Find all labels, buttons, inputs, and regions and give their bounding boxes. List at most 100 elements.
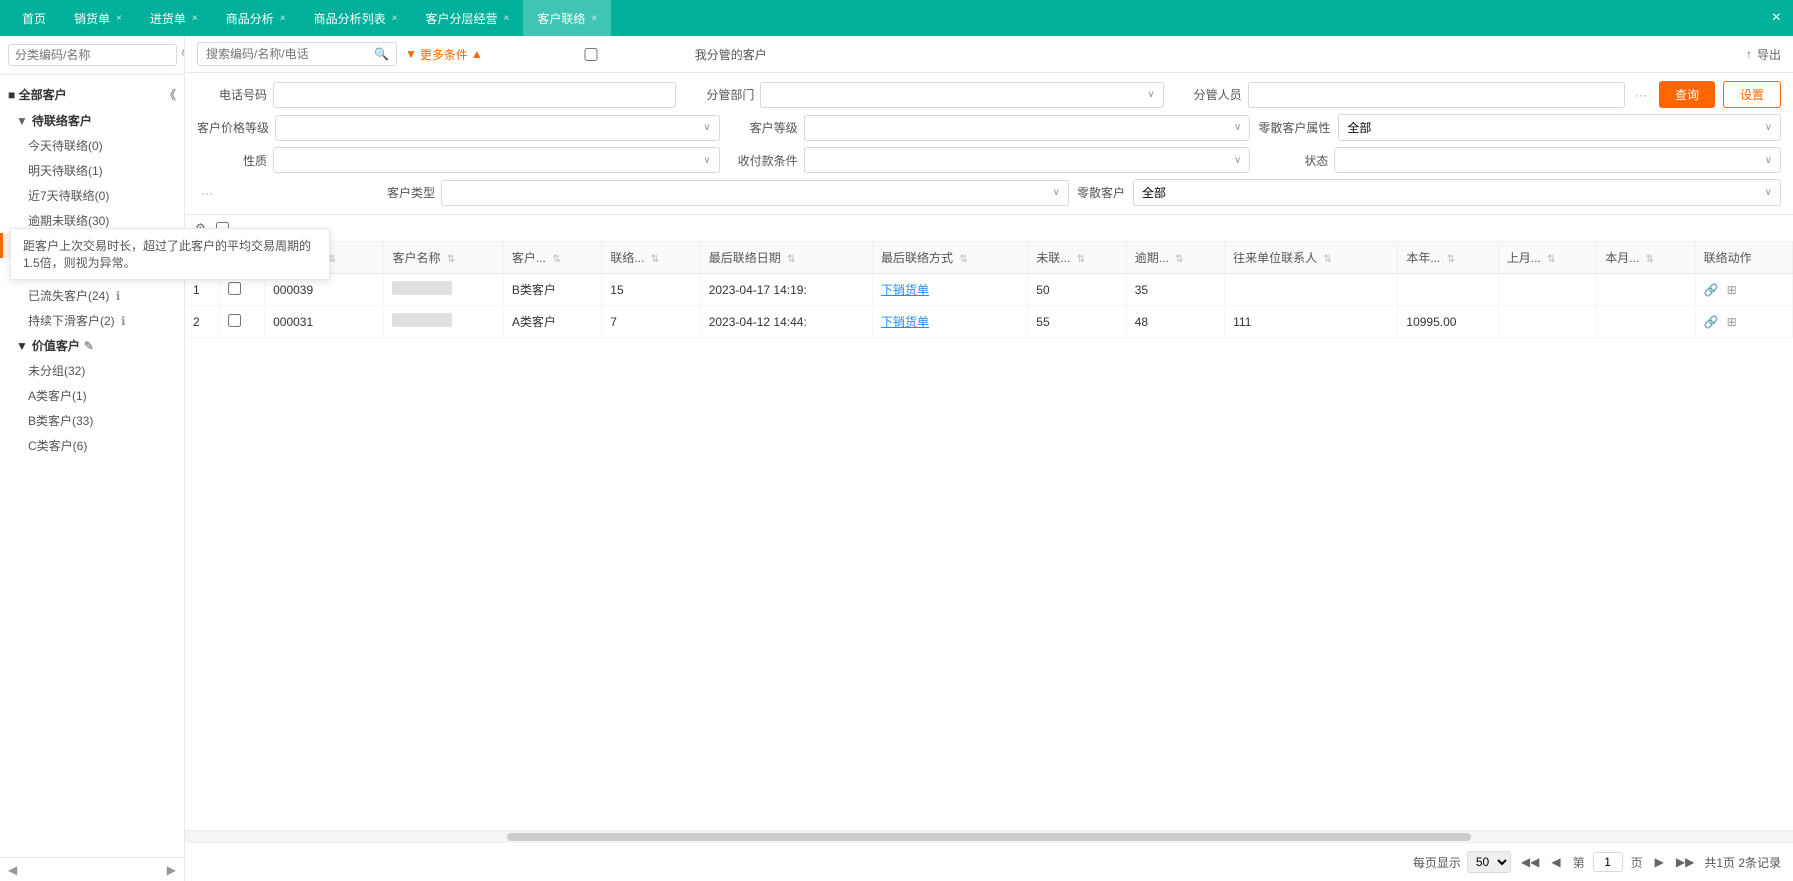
tooltip-text: 距客户上次交易时长，超过了此客户的平均交易周期的1.5倍，则视为异常。 (23, 239, 311, 270)
row1-grid-icon[interactable]: ⊞ (1727, 283, 1737, 297)
row1-name (384, 274, 503, 306)
more-filters-button[interactable]: ▼ 更多条件 ▲ (405, 46, 483, 63)
nav-item-sales[interactable]: 销货单 × (60, 0, 136, 36)
row2-link-icon[interactable]: 🔗 (1704, 315, 1719, 329)
first-page-btn[interactable]: ◀◀ (1517, 853, 1543, 871)
filter-row-2: 客户价格等级 ∨ 客户等级 ∨ 零散客户属性 全部 (197, 114, 1781, 141)
sort-icon-last-month[interactable]: ⇅ (1547, 254, 1555, 265)
all-customers-header[interactable]: ■ 全部客户 《 (0, 81, 184, 108)
edit-icon-value-group[interactable]: ✎ (84, 339, 94, 353)
filter-search-icon[interactable]: 🔍 (374, 47, 389, 61)
sidebar-search-input[interactable] (8, 44, 177, 66)
sidebar-item-declining[interactable]: 持续下滑客户(2) ℹ (0, 308, 184, 333)
value-customer-group[interactable]: ▼ 价值客户 ✎ (0, 333, 184, 358)
sort-icon-last-date[interactable]: ⇅ (787, 254, 795, 265)
sort-icon-type[interactable]: ⇅ (552, 254, 560, 265)
pending-contact-group[interactable]: ▼ 待联络客户 (0, 108, 184, 133)
field-nature: 性质 ∨ (197, 147, 720, 173)
scrollbar-track (185, 833, 1793, 841)
filter-row-1: 电话号码 分管部门 ∨ 分管人员 ··· 查询 设置 (197, 81, 1781, 108)
payment-label: 收付款条件 (728, 152, 798, 169)
customer-type-select[interactable]: ∨ (441, 180, 1069, 206)
collapse-icon[interactable]: 《 (164, 86, 176, 103)
close-all-button[interactable]: × (1772, 9, 1781, 27)
sort-icon-this-year[interactable]: ⇅ (1447, 254, 1455, 265)
phone-input[interactable] (273, 82, 676, 108)
nav-item-home[interactable]: 首页 (8, 0, 60, 36)
sidebar-item-a-class[interactable]: A类客户(1) (0, 383, 184, 408)
sidebar-item-ungroup[interactable]: 未分组(32) (0, 358, 184, 383)
search-input[interactable] (197, 42, 397, 66)
row2-check[interactable] (220, 306, 265, 338)
retail-attr-select[interactable]: 全部 ∨ (1338, 114, 1781, 141)
row2-actions: 🔗 ⊞ (1695, 306, 1792, 338)
table-row: 2 000031 A类客户 7 2023-04-12 14:44: 下销货单 5… (185, 306, 1793, 338)
export-button[interactable]: ↑ 导出 (1746, 46, 1781, 63)
col-last-date: 最后联络日期 ⇅ (700, 242, 872, 274)
prev-page-btn[interactable]: ◀ (1547, 853, 1564, 871)
setting-button[interactable]: 设置 (1723, 81, 1781, 108)
horizontal-scrollbar[interactable] (185, 830, 1793, 842)
sort-icon-last-way[interactable]: ⇅ (959, 254, 967, 265)
dept-select[interactable]: ∨ (760, 82, 1163, 108)
info-icon-lost: ℹ (116, 289, 121, 303)
sort-icon-uncontact[interactable]: ⇅ (1077, 254, 1085, 265)
sort-icon-this-month[interactable]: ⇅ (1646, 254, 1654, 265)
manager-input[interactable] (1248, 82, 1625, 108)
close-icon-analysis-list[interactable]: × (392, 13, 398, 24)
nav-item-analysis[interactable]: 商品分析 × (212, 0, 300, 36)
sort-icon-partner[interactable]: ⇅ (1323, 254, 1331, 265)
sidebar-item-lost[interactable]: 已流失客户(24) ℹ (0, 283, 184, 308)
row2-grid-icon[interactable]: ⊞ (1727, 315, 1737, 329)
sidebar-item-7days[interactable]: 近7天待联络(0) (0, 183, 184, 208)
close-icon-customer-segment[interactable]: × (503, 13, 509, 24)
retail-customer-label: 零散客户 (1077, 184, 1125, 201)
close-icon-customer-contact[interactable]: × (591, 13, 597, 24)
close-icon-sales[interactable]: × (116, 13, 122, 24)
query-button[interactable]: 查询 (1659, 81, 1715, 108)
row2-last-month (1498, 306, 1596, 338)
sidebar-item-tomorrow[interactable]: 明天待联络(1) (0, 158, 184, 183)
next-page-btn[interactable]: ▶ (1651, 853, 1668, 871)
table-scroll-wrap[interactable]: 客户编码 ⇅ 客户名称 ⇅ 客户... ⇅ (185, 242, 1793, 830)
scrollbar-thumb[interactable] (507, 833, 1472, 841)
my-customers-check[interactable] (491, 48, 691, 61)
manager-dots[interactable]: ··· (1631, 88, 1651, 102)
sort-icon-name[interactable]: ⇅ (447, 254, 455, 265)
nav-item-customer-contact[interactable]: 客户联络 × (523, 0, 611, 36)
sidebar-item-c-class[interactable]: C类客户(6) (0, 433, 184, 458)
sidebar-item-b-class[interactable]: B类客户(33) (0, 408, 184, 433)
page-input[interactable] (1593, 852, 1623, 872)
sort-icon-contact[interactable]: ⇅ (651, 254, 659, 265)
field-customer-level: 客户等级 ∨ (728, 115, 1251, 141)
nature-select[interactable]: ∨ (273, 147, 720, 173)
customer-level-select[interactable]: ∨ (804, 115, 1251, 141)
my-customers-checkbox[interactable]: 我分管的客户 (491, 46, 767, 63)
sidebar-item-today[interactable]: 今天待联络(0) (0, 133, 184, 158)
close-icon-analysis[interactable]: × (280, 13, 286, 24)
page-nav: ◀◀ ◀ 第 页 ▶ ▶▶ (1517, 852, 1698, 873)
nav-item-customer-segment[interactable]: 客户分层经营 × (411, 0, 523, 36)
retail-customer-select[interactable]: 全部 ∨ (1133, 179, 1781, 206)
payment-select[interactable]: ∨ (804, 147, 1251, 173)
last-page-btn[interactable]: ▶▶ (1672, 853, 1698, 871)
per-page-select[interactable]: 50 (1467, 851, 1511, 873)
row4-dots[interactable]: ··· (197, 186, 217, 200)
sidebar-scroll-right[interactable]: ▶ (167, 863, 176, 877)
row2-seq: 2 (185, 306, 220, 338)
row1-contact: 15 (602, 274, 700, 306)
close-icon-purchase[interactable]: × (192, 13, 198, 24)
price-level-arrow: ∨ (703, 122, 710, 133)
page-suffix: 页 (1627, 852, 1647, 873)
nav-item-purchase[interactable]: 进货单 × (136, 0, 212, 36)
row2-code: 000031 (265, 306, 384, 338)
export-icon: ↑ (1746, 47, 1752, 61)
price-level-select[interactable]: ∨ (275, 115, 720, 141)
sidebar-scroll-left[interactable]: ◀ (8, 863, 17, 877)
nav-item-analysis-list[interactable]: 商品分析列表 × (300, 0, 412, 36)
status-select[interactable]: ∨ (1334, 147, 1781, 173)
row1-last-way-link[interactable]: 下销货单 (881, 283, 929, 297)
row2-last-way-link[interactable]: 下销货单 (881, 315, 929, 329)
row1-link-icon[interactable]: 🔗 (1704, 283, 1719, 297)
sort-icon-overdue[interactable]: ⇅ (1175, 254, 1183, 265)
